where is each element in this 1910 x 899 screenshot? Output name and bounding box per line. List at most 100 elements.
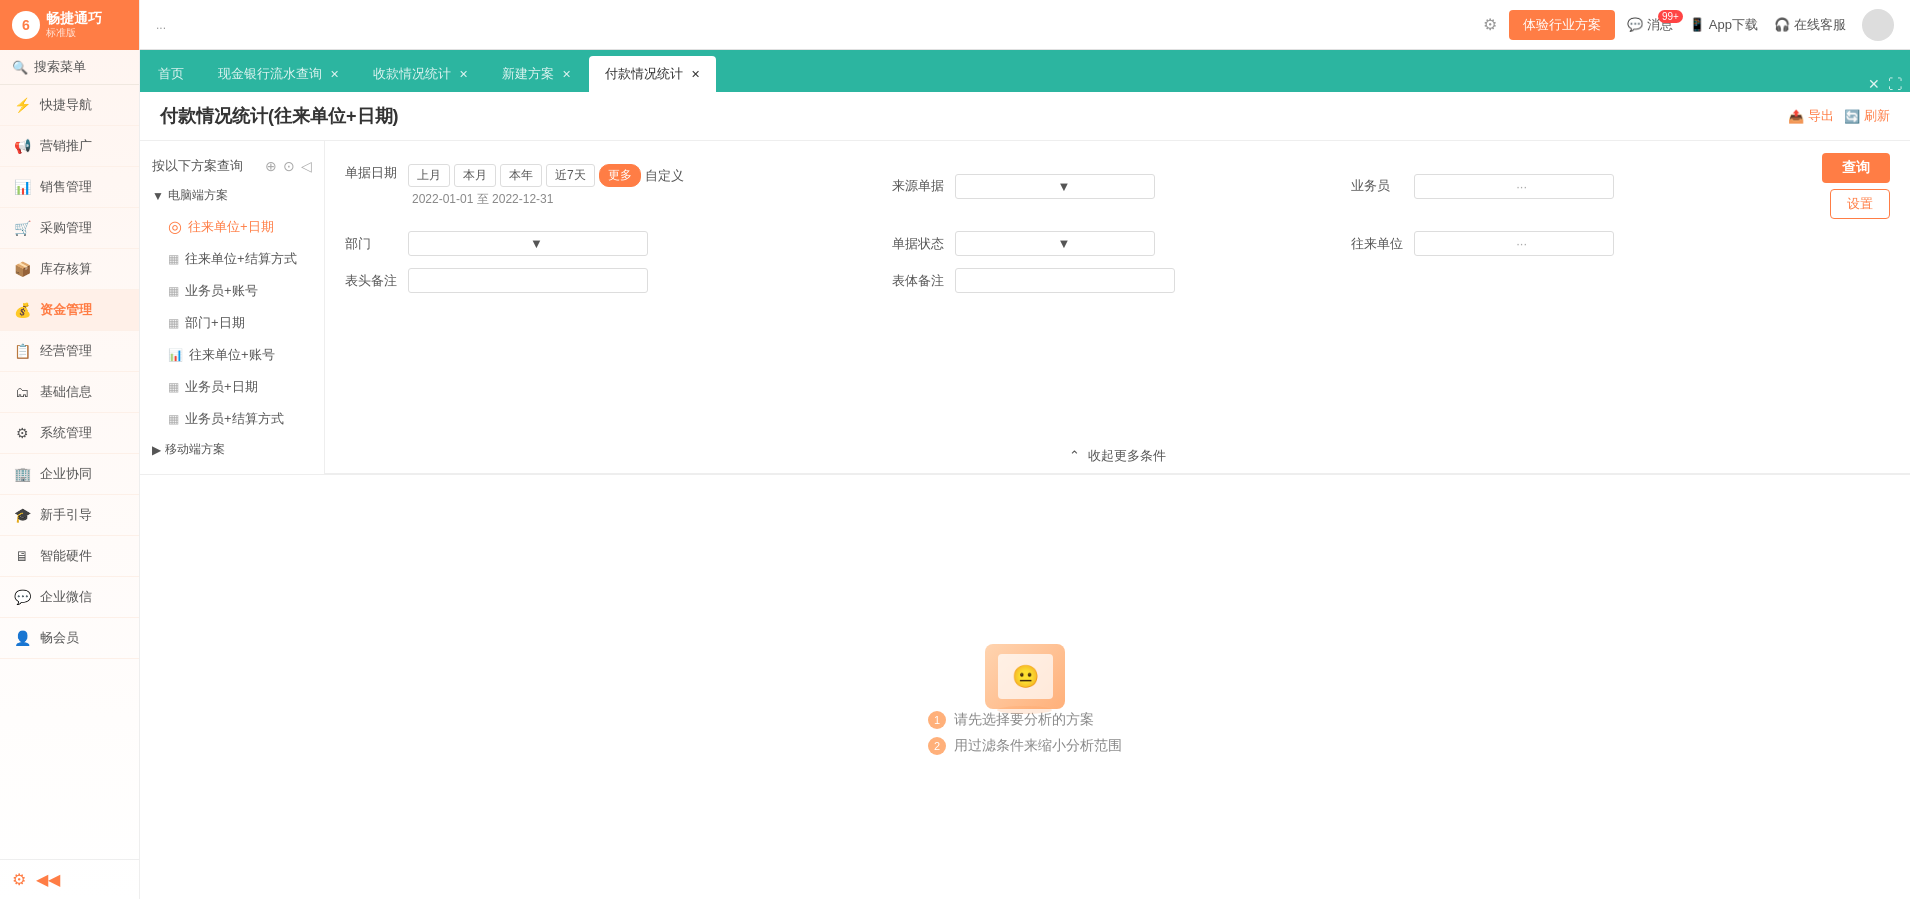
select-chevron-icon: ▼ (1057, 179, 1146, 194)
scheme-icon-1: ▦ (168, 252, 179, 266)
status-chevron-icon: ▼ (1057, 236, 1146, 251)
quick-nav-icon: ⚡ (12, 95, 32, 115)
dept-label: 部门 (345, 235, 400, 253)
content-area: 付款情况统计(往来单位+日期) 📤 导出 🔄 刷新 按以下方案查询 ⊕ (140, 92, 1910, 899)
sales-icon: 📊 (12, 177, 32, 197)
messages-btn[interactable]: 💬 消息 99+ (1627, 16, 1673, 34)
trial-btn[interactable]: 体验行业方案 (1509, 10, 1615, 40)
logo-icon: 6 (12, 11, 40, 39)
page-header: 付款情况统计(往来单位+日期) 📤 导出 🔄 刷新 (140, 92, 1910, 141)
refresh-icon: 🔄 (1844, 109, 1860, 124)
export-btn[interactable]: 📤 导出 (1788, 107, 1834, 125)
member-icon: 👤 (12, 628, 32, 648)
filter-row-3: 表头备注 表体备注 (345, 268, 1890, 293)
status-select[interactable]: ▼ (955, 231, 1155, 256)
unit-select[interactable]: ··· (1414, 231, 1614, 256)
scheme-settings-icon[interactable]: ⊙ (283, 158, 295, 174)
online-service-btn[interactable]: 🎧 在线客服 (1774, 16, 1846, 34)
settings-btn[interactable]: 设置 (1830, 189, 1890, 219)
enterprise-icon: 🏢 (12, 464, 32, 484)
empty-state: 😐 1 请先选择要分析的方案 2 用过滤条件来缩小分析范围 (140, 475, 1910, 899)
filter-row-2: 部门 ▼ 单据状态 ▼ (345, 231, 1890, 256)
system-icon: ⚙ (12, 423, 32, 443)
tab-home[interactable]: 首页 (142, 56, 200, 92)
expand-tab-icon[interactable]: ⛶ (1888, 76, 1902, 92)
tab-bank-flow[interactable]: 现金银行流水查询 ✕ (202, 56, 355, 92)
scheme-unit-settlement[interactable]: ▦ 往来单位+结算方式 (140, 243, 324, 275)
sidebar-item-purchase[interactable]: 🛒 采购管理 (0, 208, 139, 249)
date-btn-this-year[interactable]: 本年 (500, 164, 542, 187)
query-btn[interactable]: 查询 (1822, 153, 1890, 183)
message-icon: 💬 (1627, 17, 1643, 32)
scheme-unit-date[interactable]: ◎ 往来单位+日期 (140, 210, 324, 243)
sidebar-bottom: ⚙ ◀◀ (0, 859, 139, 899)
sidebar-item-operation[interactable]: 📋 经营管理 (0, 331, 139, 372)
sidebar-item-hardware[interactable]: 🖥 智能硬件 (0, 536, 139, 577)
filter-row-1: 单据日期 上月 本月 本年 近7天 更多 自定义 20 (345, 153, 1890, 219)
sidebar: 6 畅捷通巧 标准版 🔍 搜索菜单 ⚡ 快捷导航 📢 营销推广 📊 销售管理 🛒… (0, 0, 140, 899)
sidebar-item-quick-nav[interactable]: ⚡ 快捷导航 (0, 85, 139, 126)
scheme-dept-date[interactable]: ▦ 部门+日期 (140, 307, 324, 339)
collapse-sidebar-icon[interactable]: ◀◀ (36, 870, 60, 889)
sidebar-item-inventory[interactable]: 📦 库存核算 (0, 249, 139, 290)
scheme-staff-settlement[interactable]: ▦ 业务员+结算方式 (140, 403, 324, 435)
filter-right: 单据日期 上月 本月 本年 近7天 更多 自定义 20 (325, 141, 1910, 474)
collapse-icon: ⌃ (1069, 448, 1080, 463)
header-note-input[interactable] (408, 268, 648, 293)
sidebar-item-wechat[interactable]: 💬 企业微信 (0, 577, 139, 618)
tab-close-payment-stats[interactable]: ✕ (691, 68, 700, 81)
sidebar-item-guide[interactable]: 🎓 新手引导 (0, 495, 139, 536)
tab-close-new-plan[interactable]: ✕ (562, 68, 571, 81)
sidebar-item-finance[interactable]: 💰 资金管理 (0, 290, 139, 331)
tab-new-plan[interactable]: 新建方案 ✕ (486, 56, 587, 92)
operation-icon: 📋 (12, 341, 32, 361)
scheme-unit-account[interactable]: 📊 往来单位+账号 (140, 339, 324, 371)
scheme-icon-2: ▦ (168, 284, 179, 298)
dept-chevron-icon: ▼ (530, 236, 639, 251)
header-note-label: 表头备注 (345, 272, 400, 290)
url-bar: ... (156, 18, 1471, 32)
refresh-btn[interactable]: 🔄 刷新 (1844, 107, 1890, 125)
date-label: 单据日期 (345, 164, 400, 182)
avatar[interactable] (1862, 9, 1894, 41)
service-icon: 🎧 (1774, 17, 1790, 32)
hardware-icon: 🖥 (12, 546, 32, 566)
sidebar-item-sales[interactable]: 📊 销售管理 (0, 167, 139, 208)
page-title: 付款情况统计(往来单位+日期) (160, 104, 1788, 128)
add-scheme-icon[interactable]: ⊕ (265, 158, 277, 174)
logo-text: 畅捷通巧 标准版 (46, 10, 102, 41)
sidebar-item-enterprise[interactable]: 🏢 企业协同 (0, 454, 139, 495)
search-menu[interactable]: 🔍 搜索菜单 (0, 50, 139, 85)
dept-select[interactable]: ▼ (408, 231, 648, 256)
sidebar-item-system[interactable]: ⚙ 系统管理 (0, 413, 139, 454)
staff-select[interactable]: ··· (1414, 174, 1614, 199)
sidebar-item-member[interactable]: 👤 畅会员 (0, 618, 139, 659)
sidebar-item-marketing[interactable]: 📢 营销推广 (0, 126, 139, 167)
chevron-right-icon: ▶ (152, 443, 161, 457)
settings-bottom-icon[interactable]: ⚙ (12, 870, 26, 889)
tab-close-receipt-stats[interactable]: ✕ (459, 68, 468, 81)
source-select[interactable]: ▼ (955, 174, 1155, 199)
scheme-staff-date[interactable]: ▦ 业务员+日期 (140, 371, 324, 403)
robot-face: 😐 (1012, 664, 1039, 690)
scheme-panel: 按以下方案查询 ⊕ ⊙ ◁ ▼ 电脑端方案 ◎ 往来单位+日期 ▦ (140, 141, 325, 474)
date-btn-more[interactable]: 更多 (599, 164, 641, 187)
staff-filter-group: 业务员 ··· (1351, 174, 1794, 199)
app-download-btn[interactable]: 📱 App下载 (1689, 16, 1758, 34)
date-btn-last-month[interactable]: 上月 (408, 164, 450, 187)
tab-payment-stats[interactable]: 付款情况统计 ✕ (589, 56, 716, 92)
scheme-panel-icons: ⊕ ⊙ ◁ (265, 158, 312, 174)
date-btn-this-month[interactable]: 本月 (454, 164, 496, 187)
body-note-input[interactable] (955, 268, 1175, 293)
settings-gear-icon[interactable]: ⚙ (1483, 15, 1497, 34)
date-btn-7days[interactable]: 近7天 (546, 164, 595, 187)
collapse-bar[interactable]: ⌃ 收起更多条件 (325, 439, 1910, 474)
close-all-tabs-icon[interactable]: ✕ (1868, 76, 1880, 92)
tab-close-bank-flow[interactable]: ✕ (330, 68, 339, 81)
section-mobile[interactable]: ▶ 移动端方案 (140, 435, 324, 464)
collapse-panel-icon[interactable]: ◁ (301, 158, 312, 174)
section-pc[interactable]: ▼ 电脑端方案 (140, 181, 324, 210)
sidebar-item-basic[interactable]: 🗂 基础信息 (0, 372, 139, 413)
tab-receipt-stats[interactable]: 收款情况统计 ✕ (357, 56, 484, 92)
scheme-staff-account[interactable]: ▦ 业务员+账号 (140, 275, 324, 307)
